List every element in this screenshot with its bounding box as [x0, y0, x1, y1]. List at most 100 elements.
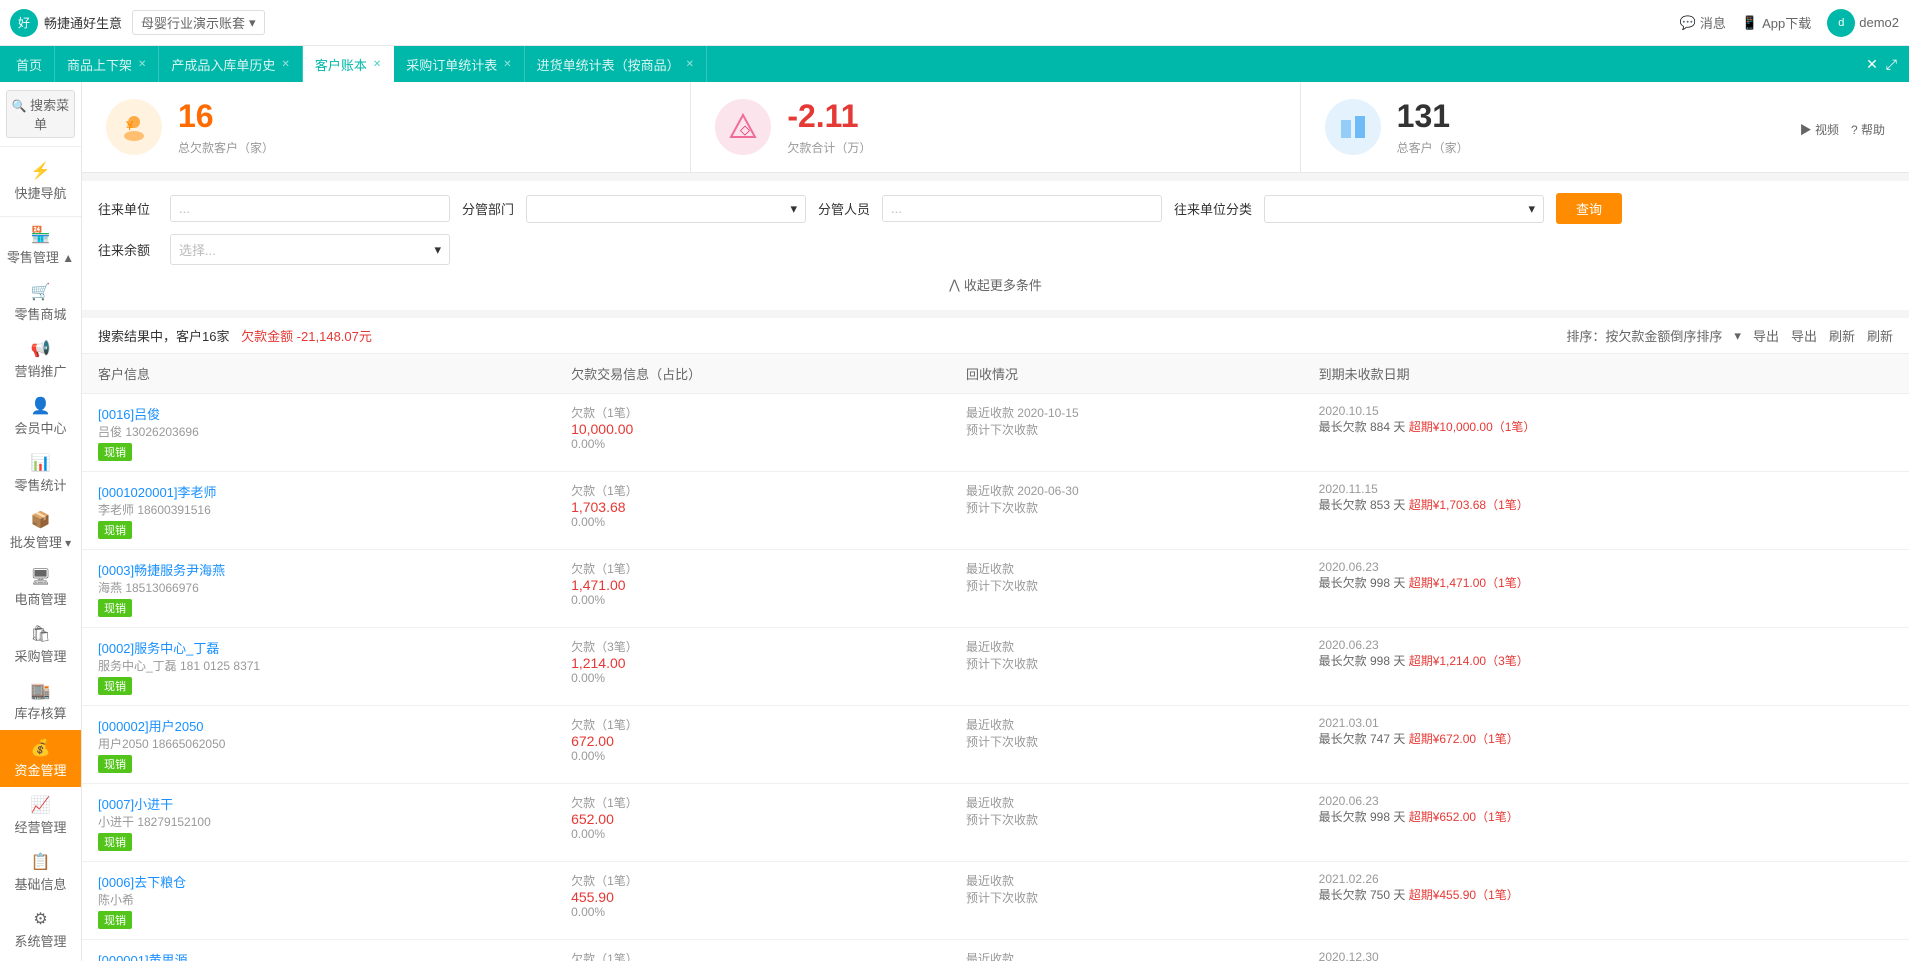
refresh-btn[interactable]: 刷新: [1829, 326, 1855, 345]
last-collect-6: 最近收款: [966, 872, 1287, 889]
overdue-days-5: 最长欠款 998 天 超期¥652.00（1笔）: [1319, 808, 1893, 825]
message-btn[interactable]: 💬 消息: [1680, 13, 1726, 32]
cell-debt-2: 欠款（1笔） 1,471.00 0.00%: [555, 550, 950, 628]
overdue-link-1[interactable]: 超期¥1,703.68（1笔）: [1409, 498, 1529, 512]
overdue-link-6[interactable]: 超期¥455.90（1笔）: [1409, 888, 1519, 902]
debt-amount-0[interactable]: 10,000.00: [571, 421, 934, 437]
logo-area[interactable]: 好 畅捷通好生意: [10, 9, 122, 37]
customer-name-0[interactable]: [0016]吕俊: [98, 404, 539, 423]
customer-unit-input[interactable]: ...: [170, 195, 450, 222]
close-customer-icon[interactable]: ✕: [373, 59, 381, 70]
sidebar-item-retail-mgmt[interactable]: 🏪 零售管理 ▲: [0, 217, 81, 274]
sidebar-item-batch-mgmt[interactable]: 📦 批发管理 ▾: [0, 502, 81, 559]
balance-select[interactable]: 选择... ▾: [170, 234, 450, 265]
collapse-btn[interactable]: ⋀ 收起更多条件: [98, 275, 1893, 294]
tab-purchase-order-label: 采购订单统计表: [406, 55, 497, 74]
table-row: [0003]畅捷服务尹海燕 海燕 18513066976 现销 欠款（1笔） 1…: [82, 550, 1909, 628]
close-purchase-icon[interactable]: ✕: [503, 59, 511, 70]
stat-label-debt: 欠款合计（万）: [787, 139, 871, 156]
store-select[interactable]: 母婴行业演示账套 ▾: [132, 10, 265, 35]
collapse-label: 收起更多条件: [964, 275, 1042, 294]
sidebar-item-basic-info-label: 基础信息: [14, 877, 66, 892]
sidebar-item-ecommerce[interactable]: 🖥 电商管理: [0, 559, 81, 616]
debt-amount-3[interactable]: 1,214.00: [571, 655, 934, 671]
sidebar-item-operations-label: 经营管理: [14, 820, 66, 835]
store-arrow: ▾: [249, 15, 256, 31]
sidebar-item-purchase[interactable]: 🛍 采购管理: [0, 616, 81, 673]
tab-close-all-icon[interactable]: ✕: [1866, 56, 1878, 73]
branch-select[interactable]: ▾: [526, 195, 806, 223]
overdue-link-5[interactable]: 超期¥652.00（1笔）: [1409, 810, 1519, 824]
message-icon: 💬: [1680, 15, 1696, 31]
search-menu-btn[interactable]: 🔍 搜索菜单: [6, 90, 75, 138]
video-btn[interactable]: ▶ 视频: [1800, 121, 1839, 138]
sidebar-item-basic-info[interactable]: 📋 基础信息: [0, 844, 81, 901]
sidebar-item-system[interactable]: ⚙ 系统管理: [0, 901, 81, 958]
customer-name-1[interactable]: [0001020001]李老师: [98, 482, 539, 501]
app-download-btn[interactable]: 📱 App下载: [1742, 13, 1811, 32]
customer-name-5[interactable]: [0007]小进干: [98, 794, 539, 813]
sidebar-item-warehouse[interactable]: 🏬 库存核算: [0, 673, 81, 730]
cell-due-2: 2020.06.23 最长欠款 998 天 超期¥1,471.00（1笔）: [1303, 550, 1909, 628]
tab-production[interactable]: 产成品入库单历史 ✕: [159, 46, 302, 82]
stat-value-debt: -2.11: [787, 98, 871, 135]
search-btn[interactable]: 查询: [1556, 193, 1622, 224]
customer-name-2[interactable]: [0003]畅捷服务尹海燕: [98, 560, 539, 579]
refresh-label[interactable]: 刷新: [1867, 326, 1893, 345]
tab-goods[interactable]: 商品上下架 ✕: [55, 46, 159, 82]
sidebar-item-retail-stats[interactable]: 📊 零售统计: [0, 445, 81, 502]
category-select[interactable]: ▾: [1264, 195, 1544, 223]
tab-customer-account[interactable]: 客户账本 ✕: [303, 46, 394, 82]
overdue-link-2[interactable]: 超期¥1,471.00（1笔）: [1409, 576, 1529, 590]
tab-home[interactable]: 首页: [4, 46, 55, 82]
debt-amount-1[interactable]: 1,703.68: [571, 499, 934, 515]
debt-percent-4: 0.00%: [571, 749, 934, 763]
customer-name-4[interactable]: [000002]用户2050: [98, 716, 539, 735]
customer-tag-1: 现销: [98, 521, 132, 539]
tab-incoming-stats[interactable]: 进货单统计表（按商品） ✕: [525, 46, 707, 82]
customer-name-6[interactable]: [0006]去下粮仓: [98, 872, 539, 891]
sidebar-item-quick-nav[interactable]: ⚡ 快捷导航: [0, 153, 81, 210]
cell-due-5: 2020.06.23 最长欠款 998 天 超期¥652.00（1笔）: [1303, 784, 1909, 862]
overdue-link-3[interactable]: 超期¥1,214.00（3笔）: [1409, 654, 1529, 668]
debt-amount-6[interactable]: 455.90: [571, 889, 934, 905]
overdue-link-4[interactable]: 超期¥672.00（1笔）: [1409, 732, 1519, 746]
close-incoming-icon[interactable]: ✕: [686, 59, 694, 70]
sidebar-item-member[interactable]: 👤 会员中心: [0, 388, 81, 445]
sidebar-item-finance[interactable]: 💰 资金管理: [0, 730, 81, 787]
customer-name-3[interactable]: [0002]服务中心_丁磊: [98, 638, 539, 657]
help-btn[interactable]: ? 帮助: [1851, 121, 1885, 138]
debt-amount-5[interactable]: 652.00: [571, 811, 934, 827]
last-collect-1: 最近收款 2020-06-30: [966, 482, 1287, 499]
stat-card-debt-info: -2.11 欠款合计（万）: [787, 98, 871, 156]
stats-row: ¥ 16 总欠款客户（家） ◇ -2.11 欠款合计（万）: [82, 82, 1909, 173]
sidebar-item-operations[interactable]: 📈 经营管理: [0, 787, 81, 844]
stat-label-customers: 总欠款客户（家）: [178, 139, 274, 156]
due-date-0: 2020.10.15: [1319, 404, 1893, 418]
sidebar-item-marketing[interactable]: 📢 营销推广: [0, 331, 81, 388]
close-production-icon[interactable]: ✕: [281, 59, 289, 70]
table-row: [000001]黄思源 黄思源 13552700226 现销 欠款（1笔） 42…: [82, 940, 1909, 961]
results-actions: 排序：按欠款金额倒序排序 ▾ 导出 导出 刷新 刷新: [1566, 326, 1893, 345]
tab-purchase-order[interactable]: 采购订单统计表 ✕: [394, 46, 524, 82]
overdue-link-0[interactable]: 超期¥10,000.00（1笔）: [1409, 420, 1536, 434]
export-label[interactable]: 导出: [1791, 326, 1817, 345]
tab-expand-icon[interactable]: ⤢: [1886, 56, 1897, 73]
cell-debt-6: 欠款（1笔） 455.90 0.00%: [555, 862, 950, 940]
batch-mgmt-icon: 📦: [4, 510, 77, 530]
retail-mall-icon: 🛒: [4, 282, 77, 302]
filter-row-2: 往来余额 选择... ▾: [98, 234, 1893, 265]
debt-amount-4[interactable]: 672.00: [571, 733, 934, 749]
export-btn[interactable]: 导出: [1753, 326, 1779, 345]
close-goods-icon[interactable]: ✕: [138, 59, 146, 70]
cell-due-0: 2020.10.15 最长欠款 884 天 超期¥10,000.00（1笔）: [1303, 394, 1909, 472]
customer-unit-label: 往来单位: [98, 199, 158, 218]
sidebar-item-retail-mall[interactable]: 🛒 零售商城: [0, 274, 81, 331]
manager-input[interactable]: ...: [882, 195, 1162, 222]
stat-value-customers: 16: [178, 98, 274, 135]
debt-amount-2[interactable]: 1,471.00: [571, 577, 934, 593]
customer-name-7[interactable]: [000001]黄思源: [98, 950, 539, 961]
debt-count-5: 欠款（1笔）: [571, 794, 934, 811]
user-menu[interactable]: d demo2: [1827, 9, 1899, 37]
cell-due-3: 2020.06.23 最长欠款 998 天 超期¥1,214.00（3笔）: [1303, 628, 1909, 706]
